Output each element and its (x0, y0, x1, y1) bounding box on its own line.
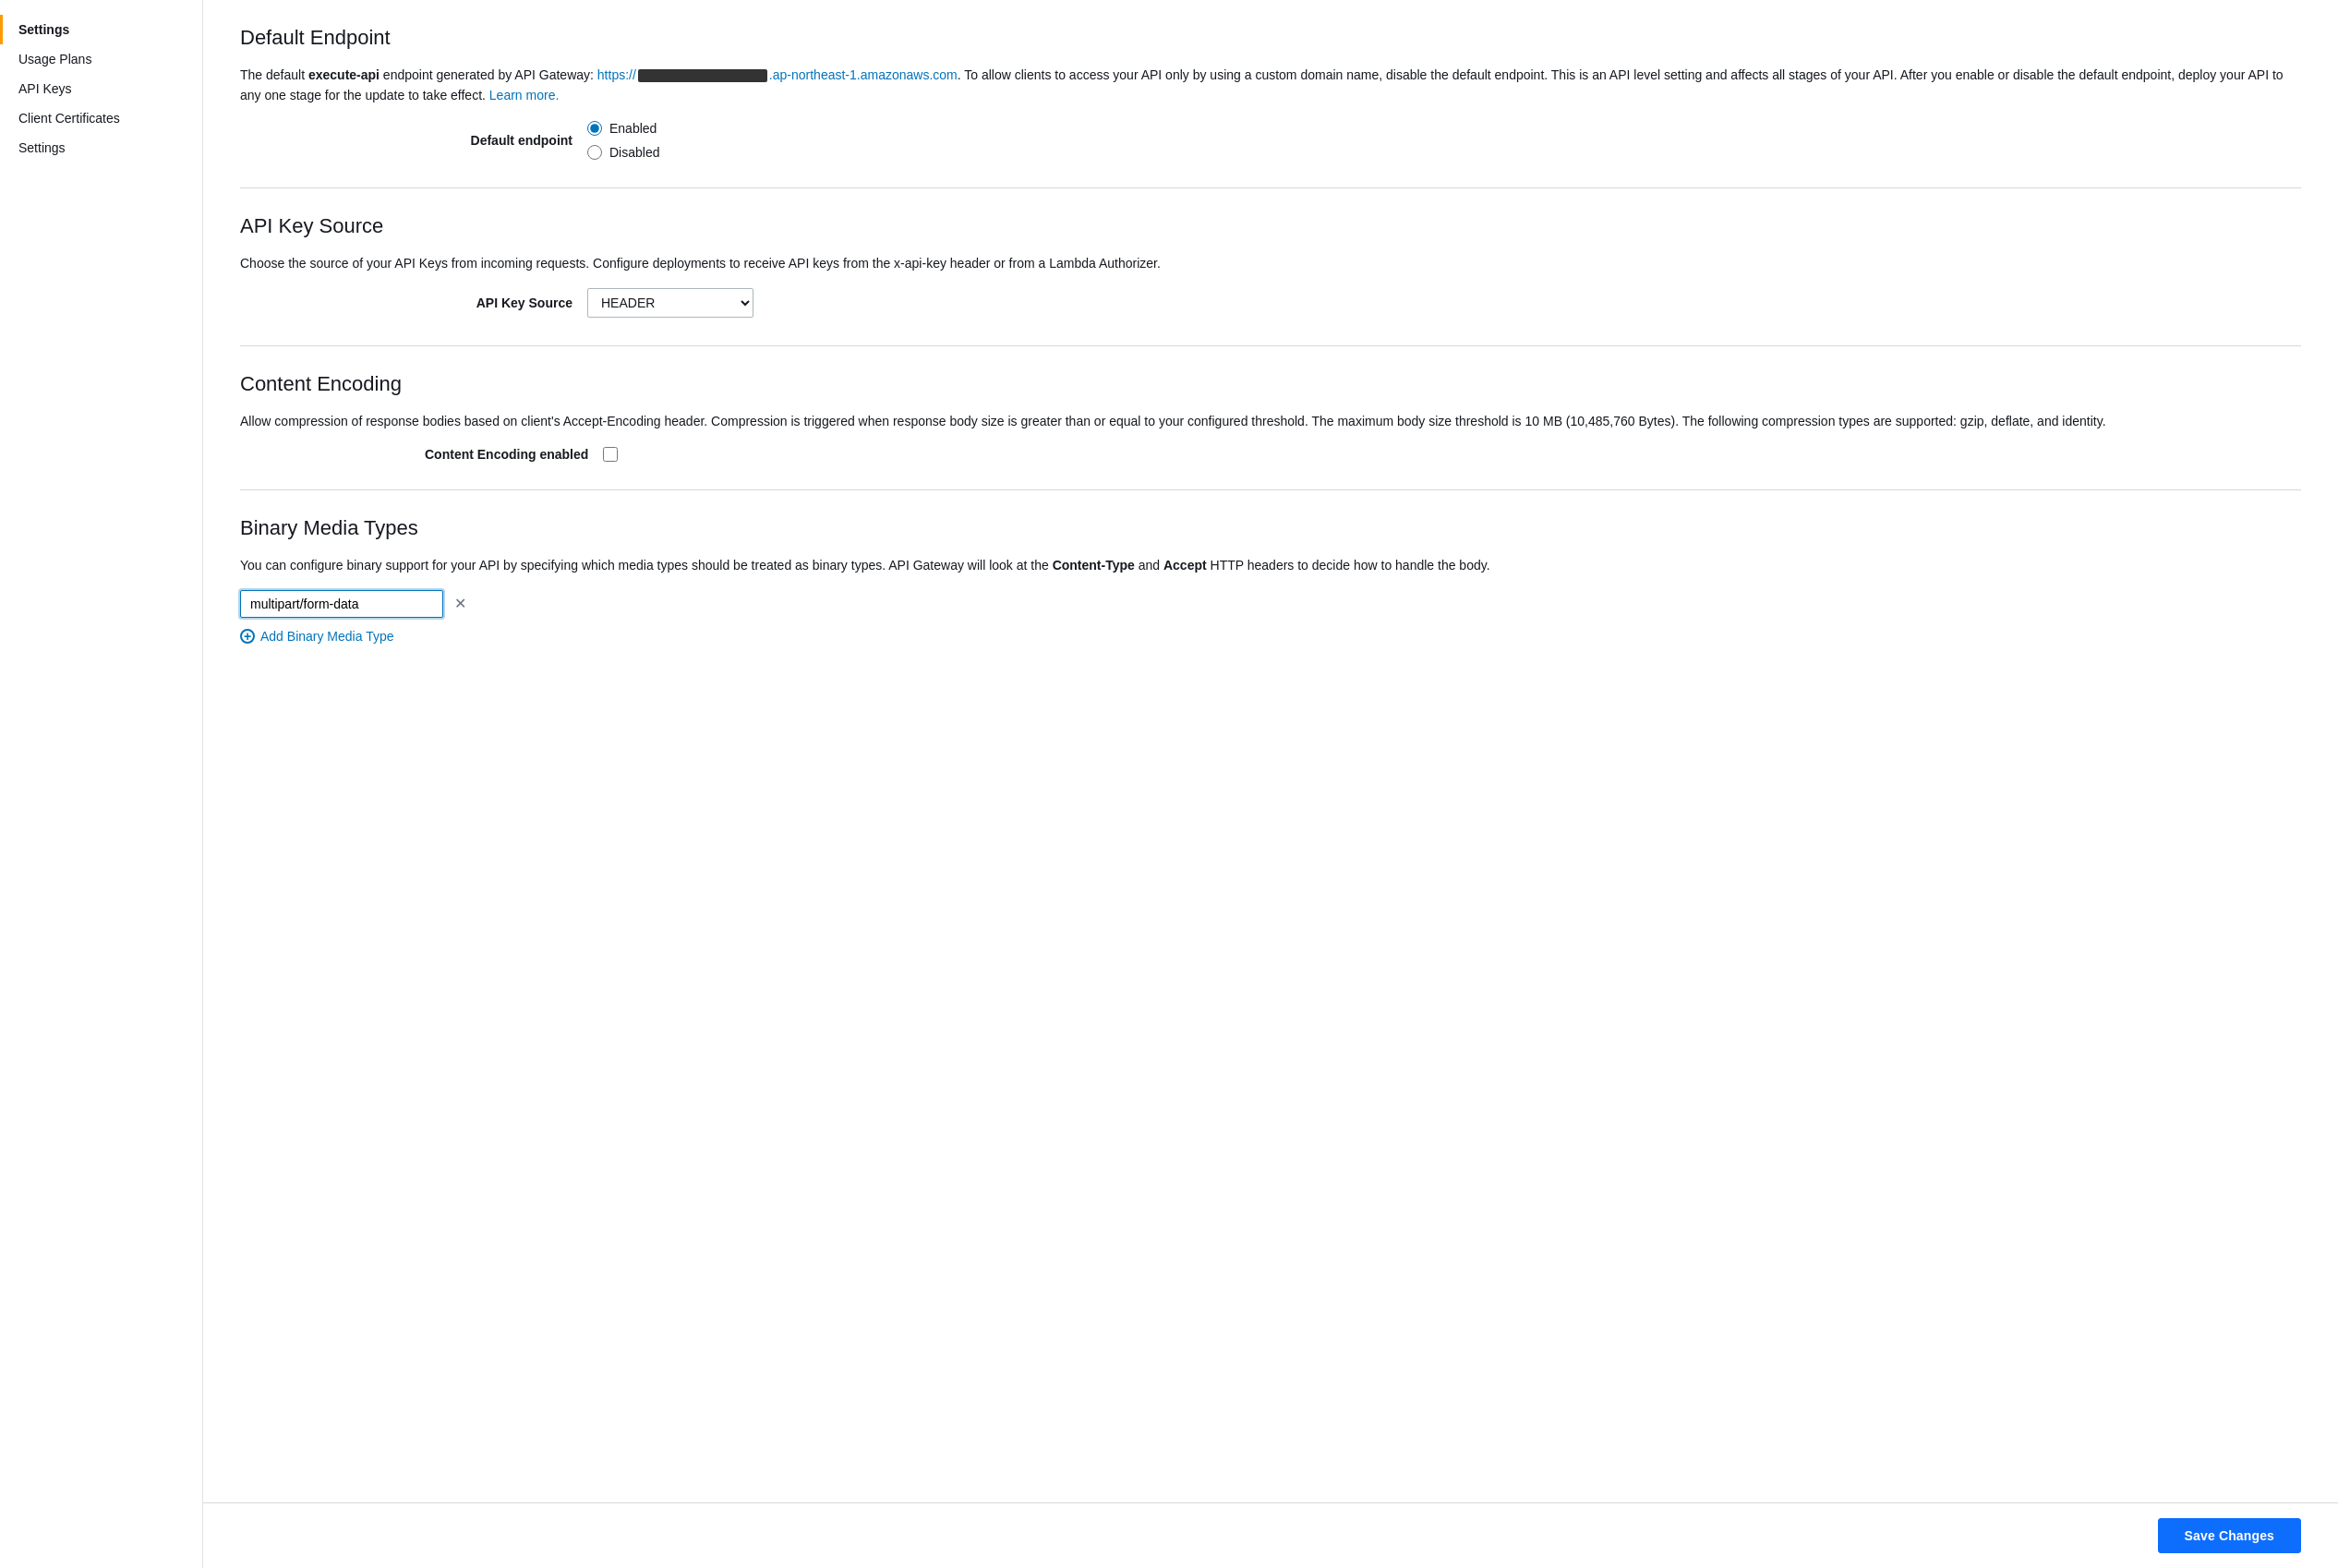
content-type-bold: Content-Type (1053, 558, 1135, 573)
sidebar-item-label: Client Certificates (18, 111, 120, 126)
section-title-default-endpoint: Default Endpoint (240, 26, 2301, 50)
add-binary-label: Add Binary Media Type (260, 629, 394, 644)
masked-url (638, 69, 767, 82)
section-title-api-key-source: API Key Source (240, 214, 2301, 238)
default-endpoint-form-row: Default endpoint Enabled Disabled (240, 121, 2301, 160)
radio-disabled-label: Disabled (609, 145, 659, 160)
radio-disabled[interactable]: Disabled (587, 145, 659, 160)
add-icon: + (240, 629, 255, 644)
radio-disabled-input[interactable] (587, 145, 602, 160)
section-default-endpoint: Default Endpoint The default execute-api… (240, 0, 2301, 188)
section-desc-api-key-source: Choose the source of your API Keys from … (240, 253, 2301, 273)
section-title-content-encoding: Content Encoding (240, 372, 2301, 396)
bmt-desc-2: and (1135, 558, 1163, 573)
radio-enabled-input[interactable] (587, 121, 602, 136)
default-endpoint-label: Default endpoint (425, 133, 572, 148)
sidebar-item-settings2[interactable]: Settings (0, 133, 202, 163)
media-type-input-row: ✕ (240, 590, 2301, 618)
api-key-source-label: API Key Source (425, 296, 572, 310)
section-api-key-source: API Key Source Choose the source of your… (240, 188, 2301, 346)
radio-enabled[interactable]: Enabled (587, 121, 659, 136)
section-content-encoding: Content Encoding Allow compression of re… (240, 346, 2301, 489)
content-encoding-label: Content Encoding enabled (425, 447, 588, 462)
sidebar-item-label: API Keys (18, 81, 72, 96)
bmt-desc-1: You can configure binary support for you… (240, 558, 1053, 573)
desc-text-2: endpoint generated by API Gateway: (380, 67, 597, 82)
section-desc-content-encoding: Allow compression of response bodies bas… (240, 411, 2301, 431)
sidebar-item-label: Usage Plans (18, 52, 91, 66)
save-changes-button[interactable]: Save Changes (2158, 1518, 2301, 1553)
sidebar-item-client-certificates[interactable]: Client Certificates (0, 103, 202, 133)
add-binary-media-type-link[interactable]: + Add Binary Media Type (240, 629, 394, 644)
content-encoding-checkbox[interactable] (603, 447, 618, 462)
url-prefix: https:// (597, 67, 636, 82)
sidebar-item-usage-plans[interactable]: Usage Plans (0, 44, 202, 74)
section-desc-default-endpoint: The default execute-api endpoint generat… (240, 65, 2301, 106)
content-encoding-checkbox-wrapper (603, 447, 618, 462)
section-binary-media-types: Binary Media Types You can configure bin… (240, 490, 2301, 662)
sidebar-item-api-keys[interactable]: API Keys (0, 74, 202, 103)
url-suffix: .ap-northeast-1.amazonaws.com (769, 67, 958, 82)
remove-media-type-button[interactable]: ✕ (451, 595, 470, 612)
radio-enabled-label: Enabled (609, 121, 657, 136)
main-content: Default Endpoint The default execute-api… (203, 0, 2338, 1568)
api-key-source-select[interactable]: HEADER AUTHORIZER (587, 288, 753, 318)
sidebar: Settings Usage Plans API Keys Client Cer… (0, 0, 203, 1568)
media-type-input[interactable] (240, 590, 443, 618)
desc-text-1: The default (240, 67, 308, 82)
api-key-source-form-row: API Key Source HEADER AUTHORIZER (240, 288, 2301, 318)
sidebar-item-settings[interactable]: Settings (0, 15, 202, 44)
sidebar-item-label: Settings (18, 22, 69, 37)
footer-bar: Save Changes (203, 1502, 2338, 1568)
sidebar-item-label: Settings (18, 140, 66, 155)
section-desc-binary-media-types: You can configure binary support for you… (240, 555, 2301, 575)
content-encoding-form-row: Content Encoding enabled (240, 447, 2301, 462)
bmt-desc-3: HTTP headers to decide how to handle the… (1207, 558, 1490, 573)
default-endpoint-radio-group: Enabled Disabled (587, 121, 659, 160)
execute-api-bold: execute-api (308, 67, 380, 82)
learn-more-link[interactable]: Learn more. (489, 88, 559, 103)
endpoint-url-link[interactable]: https:// .ap-northeast-1.amazonaws.com (597, 67, 958, 82)
accept-bold: Accept (1163, 558, 1207, 573)
section-title-binary-media-types: Binary Media Types (240, 516, 2301, 540)
